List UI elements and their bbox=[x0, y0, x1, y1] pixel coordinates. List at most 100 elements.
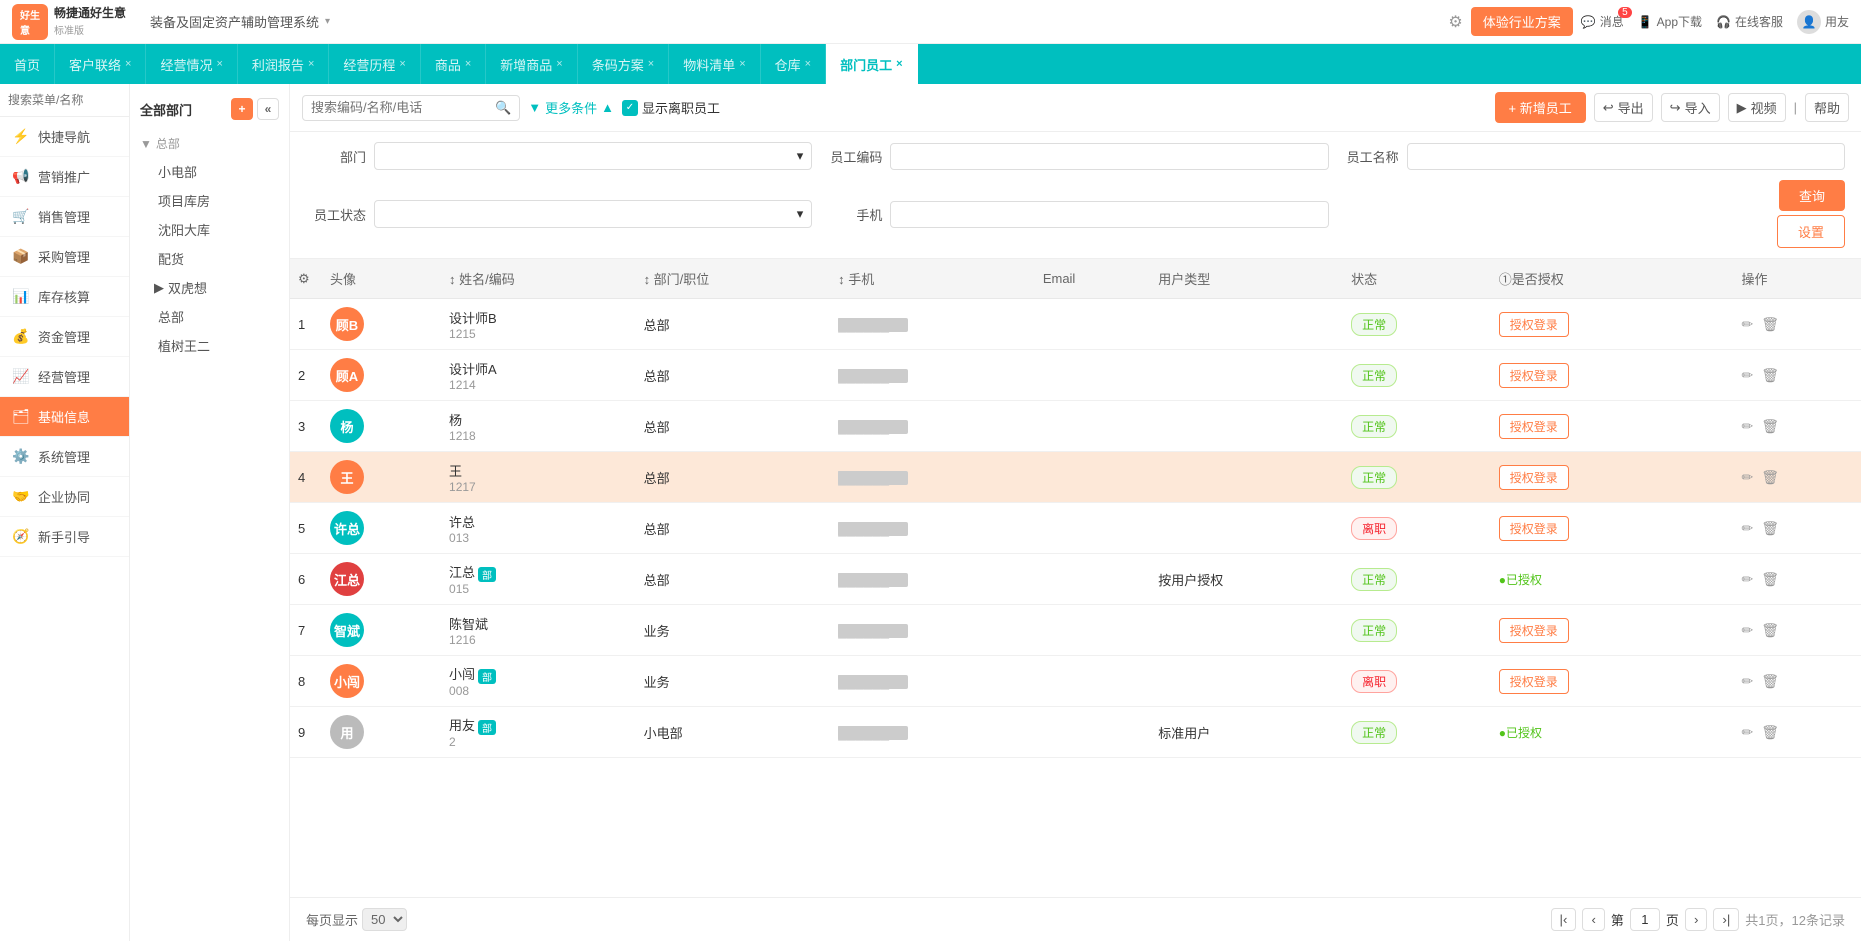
next-page-btn[interactable]: › bbox=[1685, 908, 1707, 931]
nav-tab-商品[interactable]: 商品 × bbox=[421, 44, 486, 84]
close-tab-icon[interactable]: × bbox=[556, 58, 562, 70]
auth-login-btn[interactable]: 授权登录 bbox=[1499, 516, 1569, 541]
export-btn[interactable]: ↩ 导出 bbox=[1594, 93, 1653, 122]
sidebar-item-inventory[interactable]: 📊库存核算 bbox=[0, 277, 129, 317]
last-page-btn[interactable]: ›| bbox=[1713, 908, 1739, 931]
nav-tab-条码方案[interactable]: 条码方案 × bbox=[578, 44, 669, 84]
col-name[interactable]: ↕ 姓名/编码 bbox=[441, 259, 636, 299]
edit-btn[interactable]: ✏ bbox=[1742, 673, 1754, 690]
nav-tab-部门员工[interactable]: 部门员工 × bbox=[826, 44, 917, 84]
filter-empname-input[interactable] bbox=[1407, 143, 1845, 170]
nav-tab-经营历程[interactable]: 经营历程 × bbox=[329, 44, 420, 84]
show-resigned-checkbox[interactable]: ✓ bbox=[622, 100, 638, 116]
nav-tab-经营情况[interactable]: 经营情况 × bbox=[146, 44, 237, 84]
auth-login-btn[interactable]: 授权登录 bbox=[1499, 465, 1569, 490]
dept-item-配货[interactable]: 配货 bbox=[130, 244, 289, 273]
dept-item-总部[interactable]: 总部 bbox=[130, 302, 289, 331]
auth-login-btn[interactable]: 授权登录 bbox=[1499, 618, 1569, 643]
more-filter-btn[interactable]: ▼ 更多条件 ▲ bbox=[528, 98, 614, 117]
dept-item-双虎想[interactable]: ▶ 双虎想 bbox=[130, 273, 289, 302]
delete-btn[interactable]: 🗑 bbox=[1761, 469, 1779, 486]
add-employee-btn[interactable]: + 新增员工 bbox=[1495, 92, 1586, 123]
set-btn[interactable]: 设置 bbox=[1777, 215, 1845, 248]
sidebar-item-sales[interactable]: 🛒销售管理 bbox=[0, 197, 129, 237]
edit-btn[interactable]: ✏ bbox=[1742, 520, 1754, 537]
page-size-select[interactable]: 50 bbox=[362, 908, 407, 931]
delete-btn[interactable]: 🗑 bbox=[1761, 673, 1779, 690]
nav-tab-物料清单[interactable]: 物料清单 × bbox=[669, 44, 760, 84]
delete-btn[interactable]: 🗑 bbox=[1761, 622, 1779, 639]
sidebar-item-purchase[interactable]: 📦采购管理 bbox=[0, 237, 129, 277]
trial-btn[interactable]: 体验行业方案 bbox=[1471, 7, 1573, 36]
delete-btn[interactable]: 🗑 bbox=[1761, 520, 1779, 537]
close-tab-icon[interactable]: × bbox=[465, 58, 471, 70]
system-dropdown-arrow[interactable]: ▾ bbox=[325, 16, 330, 27]
sidebar-item-marketing[interactable]: 📢营销推广 bbox=[0, 157, 129, 197]
sidebar-item-guide[interactable]: 🧭新手引导 bbox=[0, 517, 129, 557]
auth-login-btn[interactable]: 授权登录 bbox=[1499, 312, 1569, 337]
filter-phone-input[interactable] bbox=[890, 201, 1328, 228]
delete-btn[interactable]: 🗑 bbox=[1761, 418, 1779, 435]
close-tab-icon[interactable]: × bbox=[805, 58, 811, 70]
col-phone[interactable]: ↕ 手机 bbox=[830, 259, 1035, 299]
search-input[interactable] bbox=[311, 100, 491, 115]
auth-login-btn[interactable]: 授权登录 bbox=[1499, 363, 1569, 388]
online-service-btn[interactable]: 🎧 在线客服 bbox=[1716, 13, 1783, 30]
auth-login-btn[interactable]: 授权登录 bbox=[1499, 669, 1569, 694]
dept-item-项目库房[interactable]: 项目库房 bbox=[130, 186, 289, 215]
dept-item-植树王二[interactable]: 植树王二 bbox=[130, 331, 289, 360]
close-tab-icon[interactable]: × bbox=[399, 58, 405, 70]
query-btn[interactable]: 查询 bbox=[1779, 180, 1845, 211]
close-tab-icon[interactable]: × bbox=[216, 58, 222, 70]
help-btn[interactable]: 帮助 bbox=[1805, 93, 1849, 122]
close-tab-icon[interactable]: × bbox=[648, 58, 654, 70]
edit-btn[interactable]: ✏ bbox=[1742, 367, 1754, 384]
delete-btn[interactable]: 🗑 bbox=[1761, 571, 1779, 588]
col-settings[interactable]: ⚙ bbox=[290, 259, 322, 299]
filter-dept-select[interactable]: ▾ bbox=[374, 142, 812, 170]
close-tab-icon[interactable]: × bbox=[739, 58, 745, 70]
edit-btn[interactable]: ✏ bbox=[1742, 469, 1754, 486]
prev-page-btn[interactable]: ‹ bbox=[1582, 908, 1604, 931]
app-download-btn[interactable]: 📱 App下载 bbox=[1638, 13, 1702, 30]
dept-add-btn[interactable]: + bbox=[231, 98, 253, 120]
sidebar-item-finance[interactable]: 💰资金管理 bbox=[0, 317, 129, 357]
nav-tab-新增商品[interactable]: 新增商品 × bbox=[486, 44, 577, 84]
close-tab-icon[interactable]: × bbox=[125, 58, 131, 70]
dept-item-小电部[interactable]: 小电部 bbox=[130, 157, 289, 186]
current-page[interactable]: 1 bbox=[1630, 908, 1660, 931]
delete-btn[interactable]: 🗑 bbox=[1761, 367, 1779, 384]
first-page-btn[interactable]: |‹ bbox=[1551, 908, 1577, 931]
close-tab-icon[interactable]: × bbox=[308, 58, 314, 70]
nav-tab-首页[interactable]: 首页 bbox=[0, 44, 55, 84]
show-resigned-toggle[interactable]: ✓ 显示离职员工 bbox=[622, 98, 720, 117]
nav-tab-仓库[interactable]: 仓库 × bbox=[761, 44, 826, 84]
delete-btn[interactable]: 🗑 bbox=[1761, 316, 1779, 333]
settings-icon[interactable]: ⚙ bbox=[1448, 12, 1462, 32]
dept-collapse-btn[interactable]: « bbox=[257, 98, 279, 120]
edit-btn[interactable]: ✏ bbox=[1742, 316, 1754, 333]
close-tab-icon[interactable]: × bbox=[896, 58, 902, 70]
filter-empcode-input[interactable] bbox=[890, 143, 1328, 170]
edit-btn[interactable]: ✏ bbox=[1742, 571, 1754, 588]
sidebar-item-basic[interactable]: 🗂基础信息 bbox=[0, 397, 129, 437]
delete-btn[interactable]: 🗑 bbox=[1761, 724, 1779, 741]
edit-btn[interactable]: ✏ bbox=[1742, 724, 1754, 741]
user-menu[interactable]: 👤 用友 bbox=[1797, 10, 1849, 34]
filter-status-select[interactable]: ▾ bbox=[374, 200, 812, 228]
sidebar-item-quick-nav[interactable]: ⚡快捷导航 bbox=[0, 117, 129, 157]
nav-tab-利润报告[interactable]: 利润报告 × bbox=[238, 44, 329, 84]
dept-item-沈阳大库[interactable]: 沈阳大库 bbox=[130, 215, 289, 244]
edit-btn[interactable]: ✏ bbox=[1742, 418, 1754, 435]
search-icon[interactable]: 🔍 bbox=[495, 100, 511, 116]
sidebar-search-input[interactable] bbox=[8, 93, 130, 107]
sidebar-item-operation[interactable]: 📈经营管理 bbox=[0, 357, 129, 397]
col-dept[interactable]: ↕ 部门/职位 bbox=[636, 259, 831, 299]
message-btn[interactable]: 💬 消息 5 bbox=[1581, 13, 1624, 30]
sidebar-item-system[interactable]: ⚙️系统管理 bbox=[0, 437, 129, 477]
video-btn[interactable]: ▶ 视频 bbox=[1728, 93, 1786, 122]
edit-btn[interactable]: ✏ bbox=[1742, 622, 1754, 639]
table-settings-icon[interactable]: ⚙ bbox=[298, 271, 310, 286]
nav-tab-客户联络[interactable]: 客户联络 × bbox=[55, 44, 146, 84]
sidebar-item-collab[interactable]: 🤝企业协同 bbox=[0, 477, 129, 517]
